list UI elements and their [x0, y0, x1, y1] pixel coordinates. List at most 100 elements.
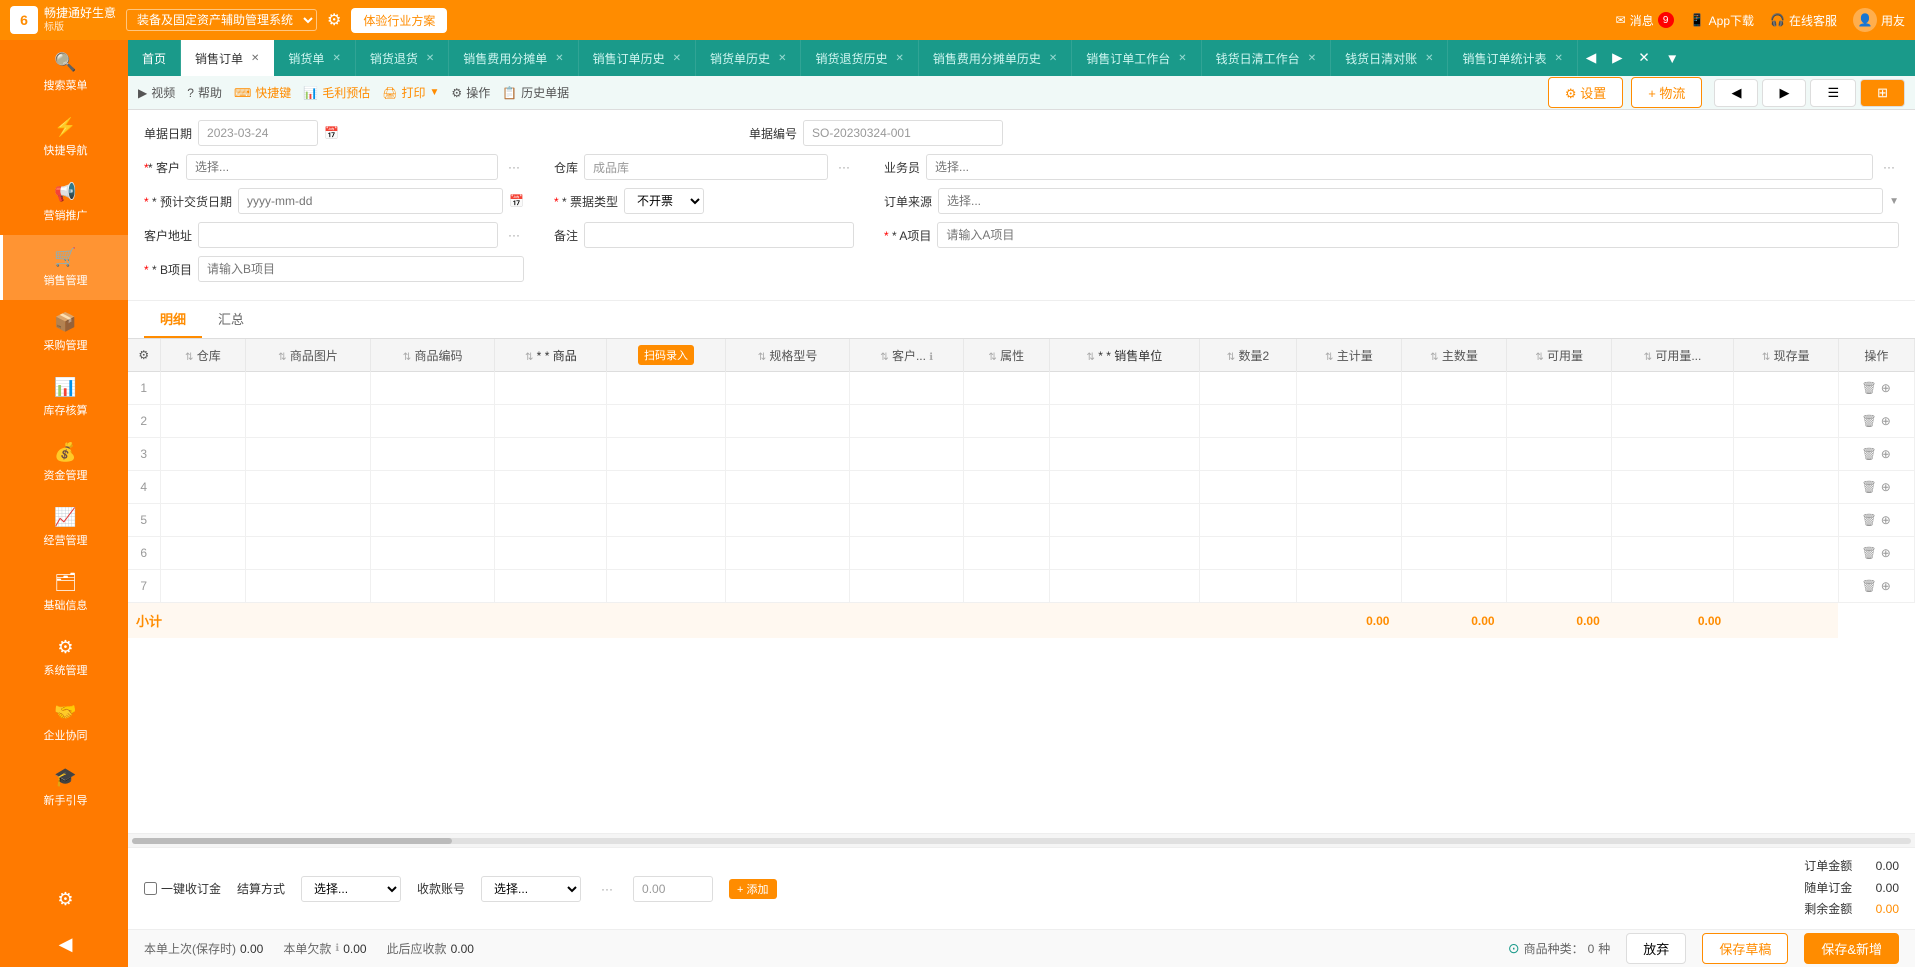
row-spec[interactable] [725, 504, 850, 537]
row-image[interactable] [246, 405, 371, 438]
list-view-btn[interactable]: ☰ [1810, 79, 1856, 107]
warehouse-dots[interactable]: ··· [834, 160, 854, 174]
row-barcode[interactable] [607, 570, 726, 603]
delete-icon[interactable]: 🗑 [1862, 546, 1877, 560]
row-current[interactable] [1733, 504, 1838, 537]
row-available[interactable] [1507, 504, 1612, 537]
copy-icon[interactable]: ⊕ [1881, 447, 1891, 461]
row-warehouse[interactable] [160, 372, 246, 405]
tab-daily-clear[interactable]: 钱货日清工作台 ✕ [1202, 40, 1331, 76]
row-attr[interactable] [963, 537, 1049, 570]
row-main-qty[interactable] [1401, 405, 1506, 438]
row-action[interactable]: 🗑 ⊕ [1839, 570, 1915, 602]
row-spec[interactable] [725, 570, 850, 603]
toolbar-shortcut[interactable]: ⌨ 快捷键 [234, 84, 291, 101]
remark-input[interactable] [584, 222, 854, 248]
row-attr[interactable] [963, 405, 1049, 438]
address-input[interactable] [198, 222, 498, 248]
tab-cost-history[interactable]: 销售费用分摊单历史 ✕ [919, 40, 1072, 76]
tab-close-invoice[interactable]: ✕ [332, 53, 340, 64]
row-warehouse[interactable] [160, 471, 246, 504]
tab-menu-btn[interactable]: ▼ [1658, 40, 1687, 76]
row-unit[interactable] [1049, 537, 1200, 570]
delete-icon[interactable]: 🗑 [1862, 381, 1877, 395]
row-available[interactable] [1507, 570, 1612, 603]
row-code[interactable] [370, 405, 495, 438]
row-main-qty[interactable] [1401, 372, 1506, 405]
amount-input[interactable] [633, 876, 713, 902]
row-qty2[interactable] [1200, 438, 1297, 471]
receipt-dots[interactable]: ··· [597, 882, 617, 896]
row-main-qty[interactable] [1401, 471, 1506, 504]
online-service-btn[interactable]: 🎧 在线客服 [1770, 12, 1837, 29]
row-main-qty[interactable] [1401, 570, 1506, 603]
add-receipt-btn[interactable]: + 添加 [729, 879, 777, 899]
order-source-dropdown[interactable]: ▼ [1889, 196, 1899, 207]
tab-close-all-btn[interactable]: ✕ [1630, 40, 1657, 76]
row-action[interactable]: 🗑 ⊕ [1839, 438, 1915, 470]
row-main-unit[interactable] [1296, 504, 1401, 537]
sidebar-item-search[interactable]: 🔍 搜索菜单 [0, 40, 128, 105]
row-code[interactable] [370, 438, 495, 471]
sidebar-settings-btn[interactable]: ⚙ [0, 877, 128, 922]
row-spec[interactable] [725, 372, 850, 405]
print-dropdown-icon[interactable]: ▼ [430, 87, 440, 98]
row-qty2[interactable] [1200, 471, 1297, 504]
row-current[interactable] [1733, 372, 1838, 405]
row-code[interactable] [370, 570, 495, 603]
row-code[interactable] [370, 471, 495, 504]
row-spec[interactable] [725, 405, 850, 438]
sub-tab-summary[interactable]: 汇总 [202, 301, 260, 338]
row-action[interactable]: 🗑 ⊕ [1839, 405, 1915, 437]
row-image[interactable] [246, 570, 371, 603]
grid-view-btn[interactable]: ⊞ [1860, 79, 1905, 107]
row-warehouse[interactable] [160, 570, 246, 603]
row-qty2[interactable] [1200, 570, 1297, 603]
delete-icon[interactable]: 🗑 [1862, 480, 1877, 494]
row-customer-code[interactable] [850, 438, 964, 471]
tab-close-rec[interactable]: ✕ [1425, 53, 1433, 64]
tab-close-daily[interactable]: ✕ [1308, 53, 1316, 64]
copy-icon[interactable]: ⊕ [1881, 381, 1891, 395]
row-current[interactable] [1733, 471, 1838, 504]
row-available2[interactable] [1612, 471, 1733, 504]
row-unit[interactable] [1049, 504, 1200, 537]
warehouse-input[interactable] [584, 154, 828, 180]
delete-icon[interactable]: 🗑 [1862, 513, 1877, 527]
row-unit[interactable] [1049, 570, 1200, 603]
copy-icon[interactable]: ⊕ [1881, 414, 1891, 428]
sidebar-item-sales[interactable]: 🛒 销售管理 [0, 235, 128, 300]
sidebar-item-marketing[interactable]: 📢 营销推广 [0, 170, 128, 235]
delivery-date-input[interactable] [238, 188, 503, 214]
row-spec[interactable] [725, 537, 850, 570]
row-product[interactable] [495, 405, 607, 438]
row-barcode[interactable] [607, 438, 726, 471]
row-code[interactable] [370, 504, 495, 537]
save-new-btn[interactable]: 保存&新增 [1804, 933, 1899, 964]
tab-sales-order[interactable]: 销售订单 ✕ [181, 40, 274, 76]
row-spec[interactable] [725, 471, 850, 504]
tab-stats[interactable]: 销售订单统计表 ✕ [1448, 40, 1577, 76]
row-barcode[interactable] [607, 372, 726, 405]
copy-icon[interactable]: ⊕ [1881, 480, 1891, 494]
row-warehouse[interactable] [160, 504, 246, 537]
row-unit[interactable] [1049, 405, 1200, 438]
row-barcode[interactable] [607, 537, 726, 570]
row-product[interactable] [495, 504, 607, 537]
sidebar-item-operations[interactable]: 📈 经营管理 [0, 495, 128, 560]
row-main-unit[interactable] [1296, 438, 1401, 471]
delete-icon[interactable]: 🗑 [1862, 414, 1877, 428]
tab-close-cost[interactable]: ✕ [555, 53, 563, 64]
row-current[interactable] [1733, 537, 1838, 570]
quick-pay-input[interactable] [144, 882, 157, 895]
row-code[interactable] [370, 537, 495, 570]
copy-icon[interactable]: ⊕ [1881, 546, 1891, 560]
quick-pay-checkbox[interactable]: 一键收订金 [144, 880, 221, 897]
salesman-dots[interactable]: ··· [1879, 160, 1899, 174]
ticket-type-select[interactable]: 不开票 [624, 188, 704, 214]
copy-icon[interactable]: ⊕ [1881, 513, 1891, 527]
row-available2[interactable] [1612, 537, 1733, 570]
salesman-input[interactable] [926, 154, 1873, 180]
row-available2[interactable] [1612, 372, 1733, 405]
save-draft-btn[interactable]: 保存草稿 [1702, 933, 1788, 964]
